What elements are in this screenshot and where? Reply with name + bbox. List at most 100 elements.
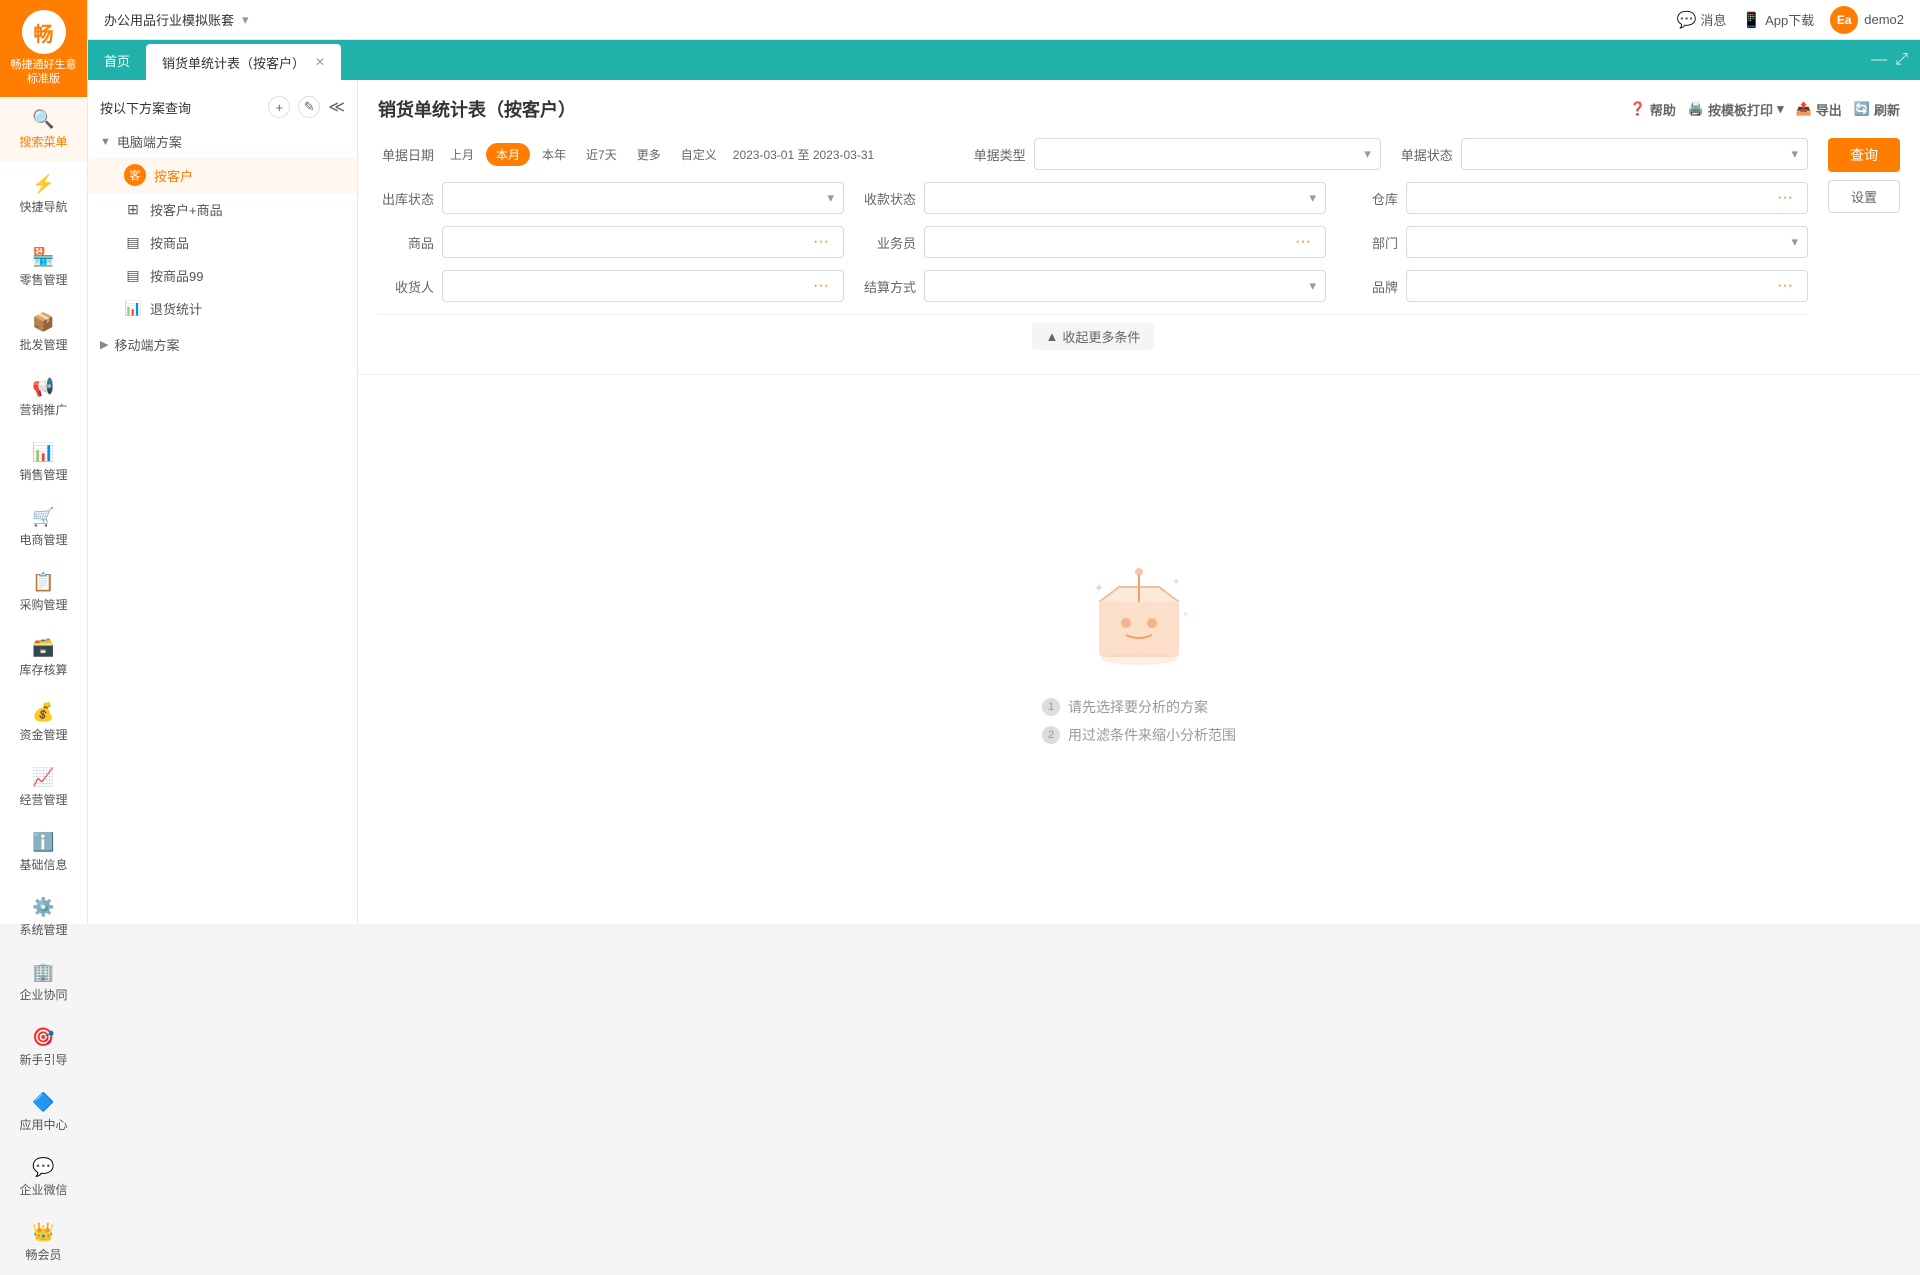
action-buttons: 查询 设置 [1820, 138, 1900, 213]
dept-select[interactable] [1406, 226, 1808, 258]
sidebar-item-basic[interactable]: ℹ️ 基础信息 [0, 820, 87, 885]
sidebar-item-newbie[interactable]: 🎯 新手引导 [0, 1015, 87, 1080]
scheme-collapse-btn[interactable]: ≪ [328, 97, 345, 117]
logo-icon: 畅 [22, 10, 66, 54]
date-btn-this-month[interactable]: 本月 [486, 143, 530, 166]
date-btn-this-year[interactable]: 本年 [534, 143, 574, 166]
wholesale-icon: 📦 [32, 312, 54, 333]
collapse-row: ▲ 收起更多条件 [378, 314, 1808, 358]
operation-icon: 📈 [32, 767, 54, 788]
tab-bar-actions: — ⤢ [1871, 51, 1920, 69]
tab-minimize-btn[interactable]: — [1871, 51, 1887, 69]
scheme-item-return-stat[interactable]: 📊 退货统计 [88, 292, 357, 325]
sidebar-item-system[interactable]: ⚙️ 系统管理 [0, 885, 87, 950]
scheme-item-by-goods99[interactable]: ▤ 按商品99 [88, 259, 357, 292]
sidebar-item-wechat[interactable]: 💬 企业微信 [0, 1145, 87, 1210]
order-type-select[interactable] [1034, 138, 1381, 170]
user-area[interactable]: Ea demo2 [1830, 6, 1904, 34]
scheme-group-desktop-label: 电脑端方案 [117, 132, 182, 151]
scheme-item-by-customer-goods[interactable]: ⊞ 按客户+商品 [88, 193, 357, 226]
appstore-icon: 🔷 [32, 1092, 54, 1113]
sidebar-item-marketing[interactable]: 📢 营销推广 [0, 365, 87, 430]
sidebar-item-stock[interactable]: 🗃️ 库存核算 [0, 625, 87, 690]
sidebar-item-purchase[interactable]: 📋 采购管理 [0, 560, 87, 625]
sidebar-item-finance[interactable]: 💰 资金管理 [0, 690, 87, 755]
filter-receipt-status-item: 收款状态 ▾ [860, 182, 1326, 214]
chart-icon: 📊 [124, 300, 142, 318]
export-btn[interactable]: 📤 导出 [1796, 100, 1842, 119]
phone-icon: 📱 [1742, 11, 1761, 29]
svg-text:✦: ✦ [1172, 577, 1180, 588]
sidebar-item-sales[interactable]: 📊 销售管理 [0, 430, 87, 495]
message-icon: 💬 [1676, 10, 1696, 30]
help-btn[interactable]: ❓ 帮助 [1630, 100, 1676, 119]
warehouse-more-btn[interactable]: ··· [1771, 189, 1799, 207]
date-btn-custom[interactable]: 自定义 [673, 143, 725, 166]
expand-arrow-icon: ▼ [100, 136, 111, 148]
collapse-btn[interactable]: ▲ 收起更多条件 [1032, 323, 1155, 350]
settlement-select[interactable] [924, 270, 1326, 302]
sidebar-logo[interactable]: 畅 畅捷通好生意标准版 [0, 0, 87, 97]
goods-label: 商品 [378, 233, 434, 252]
member-icon: 👑 [32, 1222, 54, 1243]
date-filter-btns: 上月 本月 本年 近7天 更多 自定义 [442, 143, 725, 166]
ecom-icon: 🛒 [32, 507, 54, 528]
settlement-select-wrap: ▾ [924, 270, 1326, 302]
scheme-item-by-goods[interactable]: ▤ 按商品 [88, 226, 357, 259]
sidebar-item-quick[interactable]: ⚡ 快捷导航 [0, 162, 87, 227]
sidebar-item-search[interactable]: 🔍 搜索菜单 [0, 97, 87, 162]
page-content: 按以下方案查询 + ✎ ≪ ▼ 电脑端方案 客 [88, 80, 1920, 924]
date-btn-more[interactable]: 更多 [629, 143, 669, 166]
query-button[interactable]: 查询 [1828, 138, 1900, 172]
template-print-btn[interactable]: 🖨️ 按模板打印 ▾ [1688, 100, 1784, 119]
newbie-icon: 🎯 [32, 1027, 54, 1048]
header-dropdown-arrow[interactable]: ▾ [242, 12, 249, 28]
settlement-label: 结算方式 [860, 277, 916, 296]
receipt-status-select[interactable] [924, 182, 1326, 214]
sidebar-item-member[interactable]: 👑 畅会员 [0, 1210, 87, 1275]
scheme-group-mobile-header[interactable]: ▶ 移动端方案 [88, 329, 357, 360]
sidebar-item-enterprise[interactable]: 🏢 企业协同 [0, 950, 87, 1015]
help-icon: ❓ [1630, 101, 1646, 117]
sidebar-item-appstore[interactable]: 🔷 应用中心 [0, 1080, 87, 1145]
set-button[interactable]: 设置 [1828, 180, 1900, 213]
goods-more-btn[interactable]: ··· [807, 233, 835, 251]
sidebar-item-retail[interactable]: 🏪 零售管理 [0, 235, 87, 300]
out-status-select[interactable] [442, 182, 844, 214]
brand-more-btn[interactable]: ··· [1771, 277, 1799, 295]
search-icon: 🔍 [32, 109, 54, 130]
tab-sales-stat[interactable]: 销货单统计表（按客户） ✕ [146, 44, 341, 80]
refresh-btn[interactable]: 🔄 刷新 [1854, 100, 1900, 119]
sidebar-item-ecom[interactable]: 🛒 电商管理 [0, 495, 87, 560]
out-status-label: 出库状态 [378, 189, 434, 208]
scheme-group-desktop-header[interactable]: ▼ 电脑端方案 [88, 126, 357, 157]
filter-row-2: 出库状态 ▾ 收款状态 ▾ [378, 182, 1808, 214]
scheme-item-by-customer[interactable]: 客 按客户 [88, 157, 357, 193]
order-status-select[interactable] [1461, 138, 1808, 170]
sales-stat-tab-label: 销货单统计表（按客户） [162, 53, 305, 72]
print-dropdown-icon: ▾ [1777, 101, 1784, 117]
scheme-add-btn[interactable]: + [268, 96, 290, 118]
tab-maximize-btn[interactable]: ⤢ [1895, 51, 1908, 69]
print-icon: 🖨️ [1688, 101, 1704, 117]
tab-home[interactable]: 首页 [88, 40, 146, 80]
date-btn-last-month[interactable]: 上月 [442, 143, 482, 166]
order-status-select-wrap: ▾ [1461, 138, 1808, 170]
scheme-edit-btn[interactable]: ✎ [298, 96, 320, 118]
out-status-select-wrap: ▾ [442, 182, 844, 214]
top-header: 办公用品行业模拟账套 ▾ 💬 消息 📱 App下载 Ea demo2 [88, 0, 1920, 40]
date-btn-last7days[interactable]: 近7天 [578, 143, 625, 166]
receiver-more-btn[interactable]: ··· [807, 277, 835, 295]
quick-icon: ⚡ [32, 174, 54, 195]
salesman-more-btn[interactable]: ··· [1289, 233, 1317, 251]
date-label: 单据日期 [378, 145, 434, 164]
tab-close-icon[interactable]: ✕ [315, 55, 325, 69]
receiver-label: 收货人 [378, 277, 434, 296]
sidebar-item-operation[interactable]: 📈 经营管理 [0, 755, 87, 820]
salesman-label: 业务员 [860, 233, 916, 252]
app-download-btn[interactable]: 📱 App下载 [1742, 10, 1814, 29]
sidebar-item-wholesale[interactable]: 📦 批发管理 [0, 300, 87, 365]
filter-brand-item: 品牌 ··· [1342, 270, 1808, 302]
svg-text:✦: ✦ [1094, 581, 1104, 595]
message-btn[interactable]: 💬 消息 [1676, 10, 1726, 30]
